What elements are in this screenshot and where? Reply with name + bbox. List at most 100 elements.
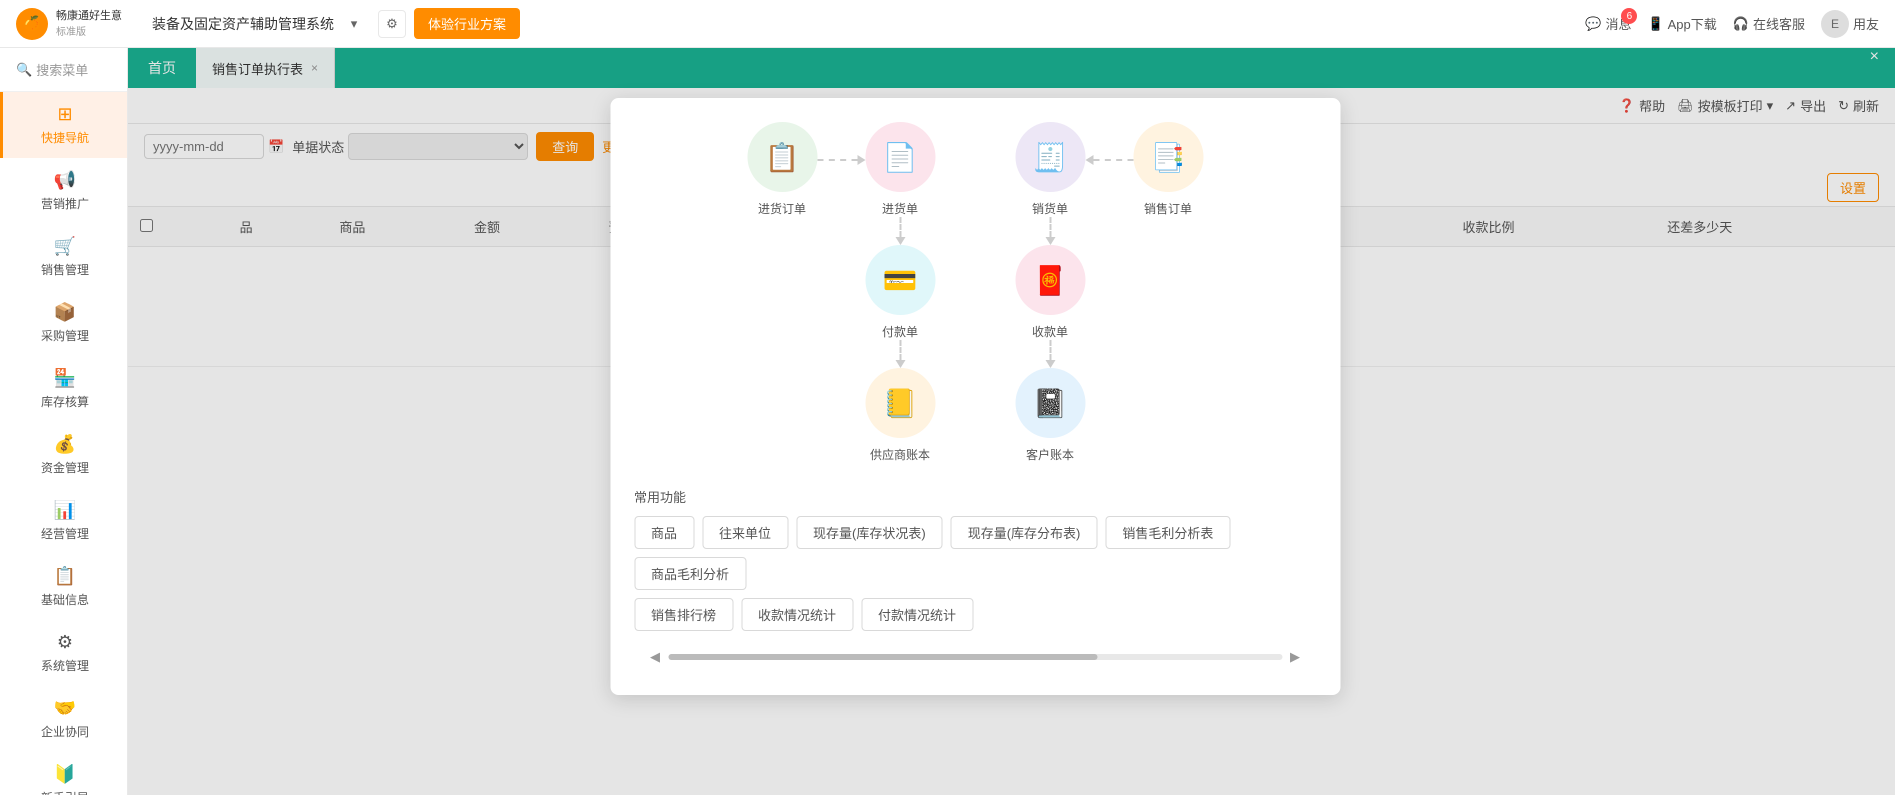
purchase-bill-icon: 📄 xyxy=(883,141,918,174)
v-arrow-receipt xyxy=(1015,340,1085,368)
message-button[interactable]: 💬 消息 6 xyxy=(1585,14,1631,33)
sidebar-item-basic-info[interactable]: 📋 基础信息 xyxy=(0,554,127,620)
func-btn-stock-dist[interactable]: 现存量(库存分布表) xyxy=(951,516,1098,549)
func-btn-sales-rank[interactable]: 销售排行榜 xyxy=(634,598,733,631)
online-service-button[interactable]: 🎧 在线客服 xyxy=(1733,14,1805,33)
sales-row: 🧾 销货单 📑 xyxy=(1015,122,1203,217)
scroll-left-icon[interactable]: ◀ xyxy=(650,649,660,665)
message-icon: 💬 xyxy=(1585,16,1601,32)
customer-account-node[interactable]: 📓 客户账本 xyxy=(1015,368,1085,463)
logo-area: 🍊 畅康通好生意 标准版 xyxy=(16,8,144,40)
scroll-thumb xyxy=(668,654,1098,660)
system-name: 装备及固定资产辅助管理系统 xyxy=(152,14,334,34)
marketing-icon: 📢 xyxy=(54,170,76,191)
purchase-bill-circle[interactable]: 📄 xyxy=(865,122,935,192)
popup-box: 📋 进货订单 📄 xyxy=(610,98,1340,695)
supplier-row: 📒 供应商账本 xyxy=(747,368,935,463)
payment-row: 💳 付款单 xyxy=(747,245,935,340)
func-btn-contacts[interactable]: 往来单位 xyxy=(702,516,788,549)
payment-bill-node[interactable]: 💳 付款单 xyxy=(865,245,935,340)
sales-order-circle[interactable]: 📑 xyxy=(1133,122,1203,192)
func-btn-goods[interactable]: 商品 xyxy=(634,516,694,549)
dashed-line-purchase xyxy=(817,159,857,161)
popup-overlay: 📋 进货订单 📄 xyxy=(128,48,1895,795)
sidebar-item-label: 企业协同 xyxy=(41,723,89,740)
scroll-track[interactable] xyxy=(668,654,1282,660)
dashed-line-sales xyxy=(1093,159,1133,161)
v-line-payment xyxy=(899,340,901,360)
user-menu[interactable]: E 用友 xyxy=(1821,10,1879,38)
right-flow-group: 🧾 销货单 📑 xyxy=(1015,122,1203,463)
supplier-account-node[interactable]: 📒 供应商账本 xyxy=(865,368,935,463)
sidebar-item-quick-nav[interactable]: ⊞ 快捷导航 xyxy=(0,92,127,158)
sidebar-item-marketing[interactable]: 📢 营销推广 xyxy=(0,158,127,224)
v-line-sales xyxy=(1049,217,1051,237)
purchase-order-circle[interactable]: 📋 xyxy=(747,122,817,192)
purchase-bill-node[interactable]: 📄 进货单 xyxy=(865,122,935,217)
func-btn-payment-stats[interactable]: 付款情况统计 xyxy=(861,598,973,631)
purchase-icon: 📦 xyxy=(54,302,76,323)
logo-icon: 🍊 xyxy=(16,8,48,40)
v-arrowhead-receipt xyxy=(1045,360,1055,368)
func-btn-sales-profit[interactable]: 销售毛利分析表 xyxy=(1105,516,1230,549)
sidebar-item-inventory[interactable]: 🏪 库存核算 xyxy=(0,356,127,422)
customer-label: 客户账本 xyxy=(1026,446,1074,463)
purchase-order-node[interactable]: 📋 进货订单 xyxy=(747,122,817,217)
search-label: 搜索菜单 xyxy=(36,60,88,79)
common-funcs: 常用功能 商品 往来单位 现存量(库存状况表) 现存量(库存分布表) 销售毛利分… xyxy=(634,487,1316,631)
scroll-right-icon[interactable]: ▶ xyxy=(1290,649,1300,665)
func-btn-stock-status[interactable]: 现存量(库存状况表) xyxy=(796,516,943,549)
sidebar-item-newbie[interactable]: 🔰 新手引导 xyxy=(0,752,127,795)
operations-icon: 📊 xyxy=(54,500,76,521)
receipt-circle[interactable]: 🧧 xyxy=(1015,245,1085,315)
sales-bill-node[interactable]: 🧾 销货单 xyxy=(1015,122,1085,217)
v-arrowhead-payment xyxy=(895,360,905,368)
app-download-button[interactable]: 📱 App下载 xyxy=(1647,14,1716,33)
sidebar-item-purchase[interactable]: 📦 采购管理 xyxy=(0,290,127,356)
sales-bill-icon: 🧾 xyxy=(1033,141,1068,174)
user-avatar: E xyxy=(1821,10,1849,38)
v-arrow-sales-bill xyxy=(1015,217,1085,245)
sidebar-item-enterprise[interactable]: 🤝 企业协同 xyxy=(0,686,127,752)
finance-icon: 💰 xyxy=(54,434,76,455)
sales-bill-circle[interactable]: 🧾 xyxy=(1015,122,1085,192)
sidebar-item-sales[interactable]: 🛒 销售管理 xyxy=(0,224,127,290)
gear-icon[interactable]: ⚙ xyxy=(378,10,406,38)
sidebar-search[interactable]: 🔍 搜索菜单 xyxy=(0,48,127,92)
search-icon: 🔍 xyxy=(16,62,32,78)
common-funcs-title: 常用功能 xyxy=(634,487,1316,506)
user-name: 用友 xyxy=(1853,14,1879,33)
v-line-purchase-bill xyxy=(899,217,901,237)
sales-order-label: 销售订单 xyxy=(1144,200,1192,217)
arrow-sales xyxy=(1085,155,1133,165)
message-badge: 6 xyxy=(1621,8,1637,24)
logo-text: 畅康通好生意 xyxy=(56,9,122,23)
sidebar-item-label: 采购管理 xyxy=(41,327,89,344)
sidebar-item-finance[interactable]: 💰 资金管理 xyxy=(0,422,127,488)
content-area: 首页 销售订单执行表 × × ❓ 帮助 🖨 按模板打印 ▾ xyxy=(128,48,1895,795)
func-btn-goods-profit[interactable]: 商品毛利分析 xyxy=(634,557,746,590)
sidebar-item-label: 库存核算 xyxy=(41,393,89,410)
supplier-icon: 📒 xyxy=(883,387,918,420)
receipt-bill-node[interactable]: 🧧 收款单 xyxy=(1015,245,1085,340)
experience-button[interactable]: 体验行业方案 xyxy=(414,8,520,39)
logo-sub: 标准版 xyxy=(56,23,122,38)
v-arrow-payment xyxy=(865,340,935,368)
v-arrowhead-purchase-bill xyxy=(895,237,905,245)
receipt-label: 收款单 xyxy=(1032,323,1068,340)
payment-bill-circle[interactable]: 💳 xyxy=(865,245,935,315)
sales-order-icon: 📑 xyxy=(1151,141,1186,174)
system-dropdown-icon[interactable]: ▾ xyxy=(342,12,366,36)
arrow-head-sales xyxy=(1085,155,1093,165)
sidebar-item-system[interactable]: ⚙ 系统管理 xyxy=(0,620,127,686)
func-btn-receipt-stats[interactable]: 收款情况统计 xyxy=(741,598,853,631)
flow-diagram: 📋 进货订单 📄 xyxy=(634,122,1316,463)
sidebar-item-label: 销售管理 xyxy=(41,261,89,278)
service-icon: 🎧 xyxy=(1733,16,1749,32)
sidebar-item-operations[interactable]: 📊 经营管理 xyxy=(0,488,127,554)
customer-icon: 📓 xyxy=(1033,387,1068,420)
sales-order-node[interactable]: 📑 销售订单 xyxy=(1133,122,1203,217)
supplier-circle[interactable]: 📒 xyxy=(865,368,935,438)
customer-row: 📓 客户账本 xyxy=(1015,368,1203,463)
customer-circle[interactable]: 📓 xyxy=(1015,368,1085,438)
